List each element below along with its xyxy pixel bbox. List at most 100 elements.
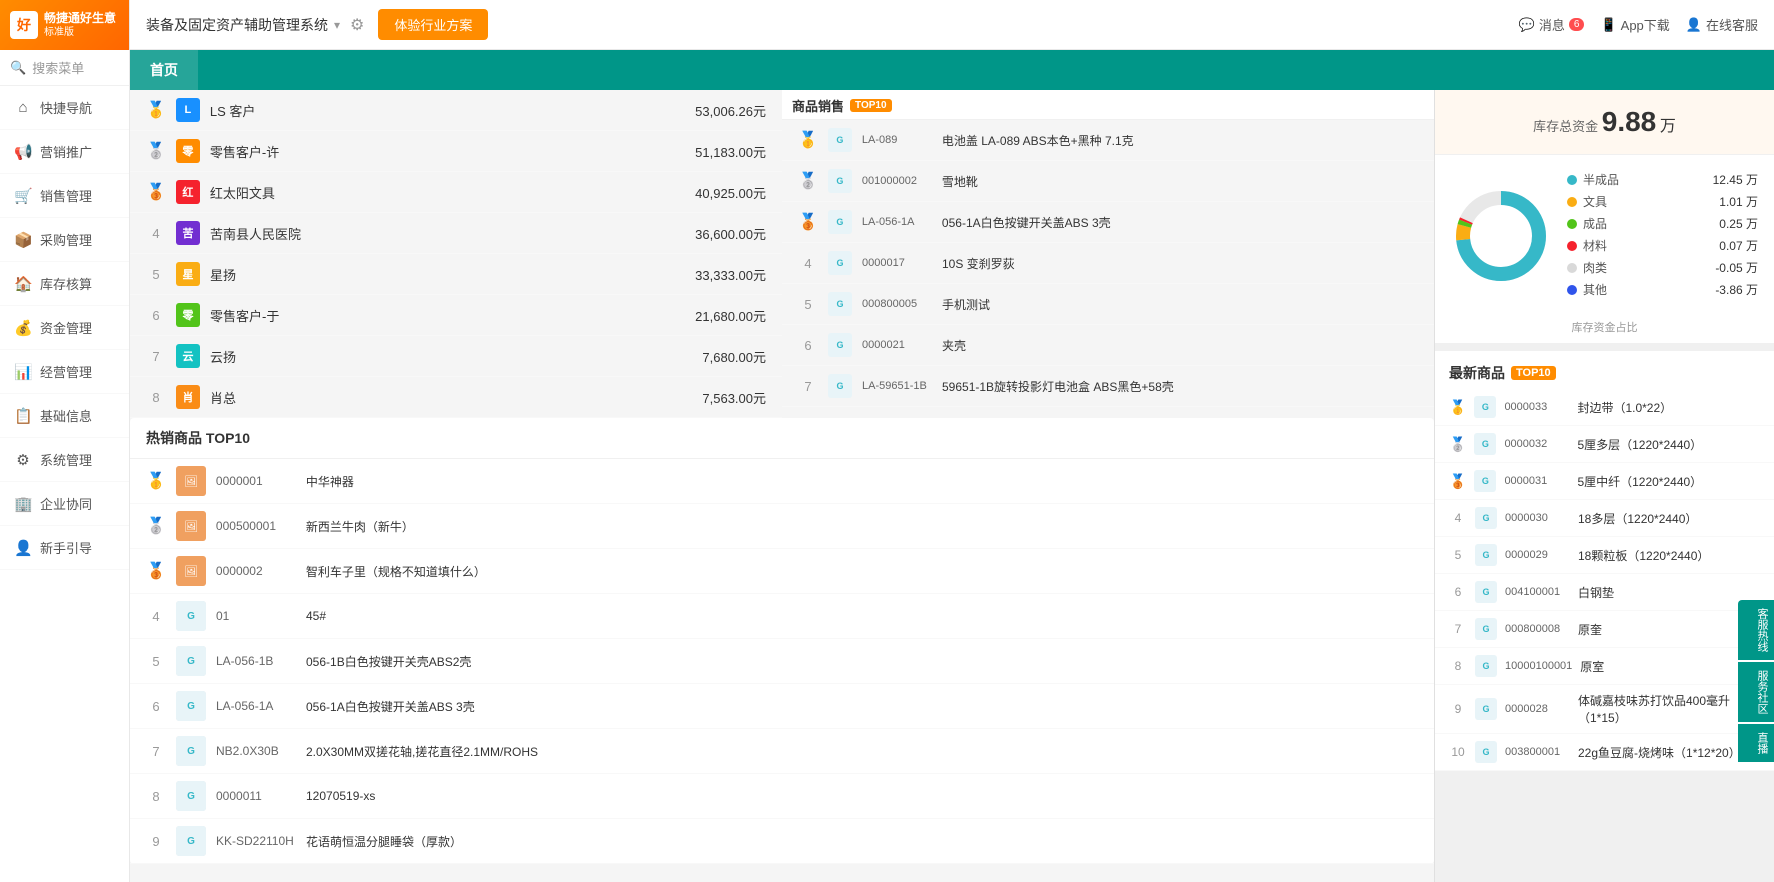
customer-value: 53,006.26元 [695,101,766,120]
legend-item: 成品 0.25 万 [1567,215,1758,232]
product-thumb: G [176,736,206,766]
new-product-item: 7 G 000800008 原奎 [1435,611,1774,648]
sidebar-item-operation[interactable]: 📊 经营管理 [0,350,129,394]
trial-button[interactable]: 体验行业方案 [378,9,488,40]
medal-icon: 🥉 [146,561,166,581]
sidebar-item-system[interactable]: ⚙ 系统管理 [0,438,129,482]
sidebar-item-marketing[interactable]: 📢 营销推广 [0,130,129,174]
search-menu[interactable]: 🔍 搜索菜单 [0,50,129,86]
legend-name: 材料 [1583,237,1713,254]
product-code: NB2.0X30B [216,744,296,758]
sidebar-item-sales[interactable]: 🛒 销售管理 [0,174,129,218]
donut-container: 半成品 12.45 万 文具 1.01 万 成品 0.25 万 材料 0.07 … [1435,155,1774,319]
sidebar-item-basic[interactable]: 📋 基础信息 [0,394,129,438]
topbar-right: 💬 消息 6 📱 App下载 👤 在线客服 [1519,15,1758,34]
legend-name: 成品 [1583,215,1713,232]
product-name: 夹壳 [942,337,1418,354]
product-sales-item: 🥈 G 001000002 雪地靴 [782,161,1434,202]
customer-name: 红太阳文具 [210,183,685,202]
hot-products-header: 热销商品 TOP10 [130,418,1434,459]
product-code: LA-59651-1B [862,380,932,392]
product-name: 45# [306,609,1418,623]
medal-icon: 🥉 [1449,473,1466,490]
legend-value: 12.45 万 [1713,171,1758,188]
product-code: 0000032 [1504,438,1569,450]
product-sales-item: 🥇 G LA-089 电池盖 LA-089 ABS本色+黑种 7.1克 [782,120,1434,161]
message-button[interactable]: 💬 消息 6 [1519,15,1585,34]
rank-number: 7 [1449,622,1467,636]
sidebar-item-quick-nav[interactable]: ⌂ 快捷导航 [0,86,129,130]
product-thumb: G [828,169,852,193]
sidebar-item-purchase[interactable]: 📦 采购管理 [0,218,129,262]
hot-products-title: 热销商品 TOP10 [146,428,250,448]
product-sales-item: 🥉 G LA-056-1A 056-1A白色按键开关盖ABS 3壳 [782,202,1434,243]
home-icon: ⌂ [14,99,32,116]
float-btn-live[interactable]: 直播 [1738,724,1774,762]
product-thumb: G [176,601,206,631]
customer-icon: 红 [176,180,200,204]
product-thumb: G [1475,618,1497,640]
product-thumb: G [176,826,206,856]
main-area: 装备及固定资产辅助管理系统 ▾ ⚙ 体验行业方案 💬 消息 6 📱 App下载 … [130,0,1774,882]
rank-number: 6 [1449,585,1467,599]
product-name: 白钢垫 [1578,584,1760,601]
float-buttons: 客服热线 服务社区 直播 [1738,600,1774,762]
product-code: 0000029 [1505,549,1570,561]
product-thumb: G [828,333,852,357]
new-product-item: 4 G 0000030 18多层（1220*2440） [1435,500,1774,537]
product-code: 10000100001 [1505,660,1572,672]
medal-icon: 🥈 [1449,436,1466,453]
medal-icon: 🥉 [146,182,166,202]
product-code: 01 [216,609,296,623]
float-btn-community[interactable]: 服务社区 [1738,662,1774,722]
rank-number: 7 [798,379,818,394]
product-code: LA-056-1A [862,216,932,228]
sidebar-item-guide[interactable]: 👤 新手引导 [0,526,129,570]
app-download-button[interactable]: 📱 App下载 [1600,15,1669,34]
rank-number: 10 [1449,745,1467,759]
product-thumb: G [828,210,852,234]
rank-number: 9 [146,834,166,849]
new-products-section: 最新商品 TOP10 🥇 G 0000033 封边带（1.0*22） 🥈 G 0… [1435,351,1774,771]
product-name: 2.0X30MM双搓花轴,搓花直径2.1MM/ROHS [306,743,1418,760]
online-service-button[interactable]: 👤 在线客服 [1686,15,1758,34]
rank-number: 6 [146,699,166,714]
sidebar-item-cooperation[interactable]: 🏢 企业协同 [0,482,129,526]
rank-number: 5 [798,297,818,312]
customer-value: 33,333.00元 [695,265,766,284]
legend-dot [1567,285,1577,295]
product-name: 智利车子里（规格不知道填什么） [306,563,1418,580]
new-products-list: 🥇 G 0000033 封边带（1.0*22） 🥈 G 0000032 5厘多层… [1435,389,1774,771]
customer-name: 肖总 [210,388,692,407]
legend-value: -3.86 万 [1715,281,1758,298]
customer-name: LS 客户 [210,101,685,120]
customer-value: 40,925.00元 [695,183,766,202]
sidebar-item-inventory[interactable]: 🏠 库存核算 [0,262,129,306]
product-thumb: G [1475,655,1497,677]
product-code: 0000033 [1504,401,1569,413]
float-btn-customer-service[interactable]: 客服热线 [1738,600,1774,660]
rank-number: 6 [146,308,166,323]
tab-home[interactable]: 首页 [130,50,198,90]
product-name: 新西兰牛肉（新牛） [306,518,1418,535]
search-icon: 🔍 [10,60,26,76]
product-sales-item: 4 G 0000017 10S 变刹罗荻 [782,243,1434,284]
donut-chart [1451,186,1551,289]
customer-name: 零售客户-于 [210,306,685,325]
hot-product-item: 4 G 01 45# [130,594,1434,639]
cooperation-icon: 🏢 [14,495,32,513]
customer-name: 零售客户-许 [210,142,685,161]
product-code: 0000011 [216,789,296,803]
system-icon: ⚙ [14,451,32,469]
logo: 好 畅捷通好生意 标准版 [0,0,129,50]
product-thumb: 🖼 [176,556,206,586]
hot-product-item: 6 G LA-056-1A 056-1A白色按键开关盖ABS 3壳 [130,684,1434,729]
legend-item: 其他 -3.86 万 [1567,281,1758,298]
sidebar-item-finance[interactable]: 💰 资金管理 [0,306,129,350]
service-icon: 👤 [1686,17,1702,33]
customer-top10-section: 🥇 L LS 客户 53,006.26元 🥈 零 零售客户-许 51,183.0… [130,90,782,418]
new-product-item: 🥈 G 0000032 5厘多层（1220*2440） [1435,426,1774,463]
product-name: 5厘中纤（1220*2440） [1577,473,1760,490]
new-product-item: 8 G 10000100001 原室 [1435,648,1774,685]
settings-icon[interactable]: ⚙ [350,15,364,35]
